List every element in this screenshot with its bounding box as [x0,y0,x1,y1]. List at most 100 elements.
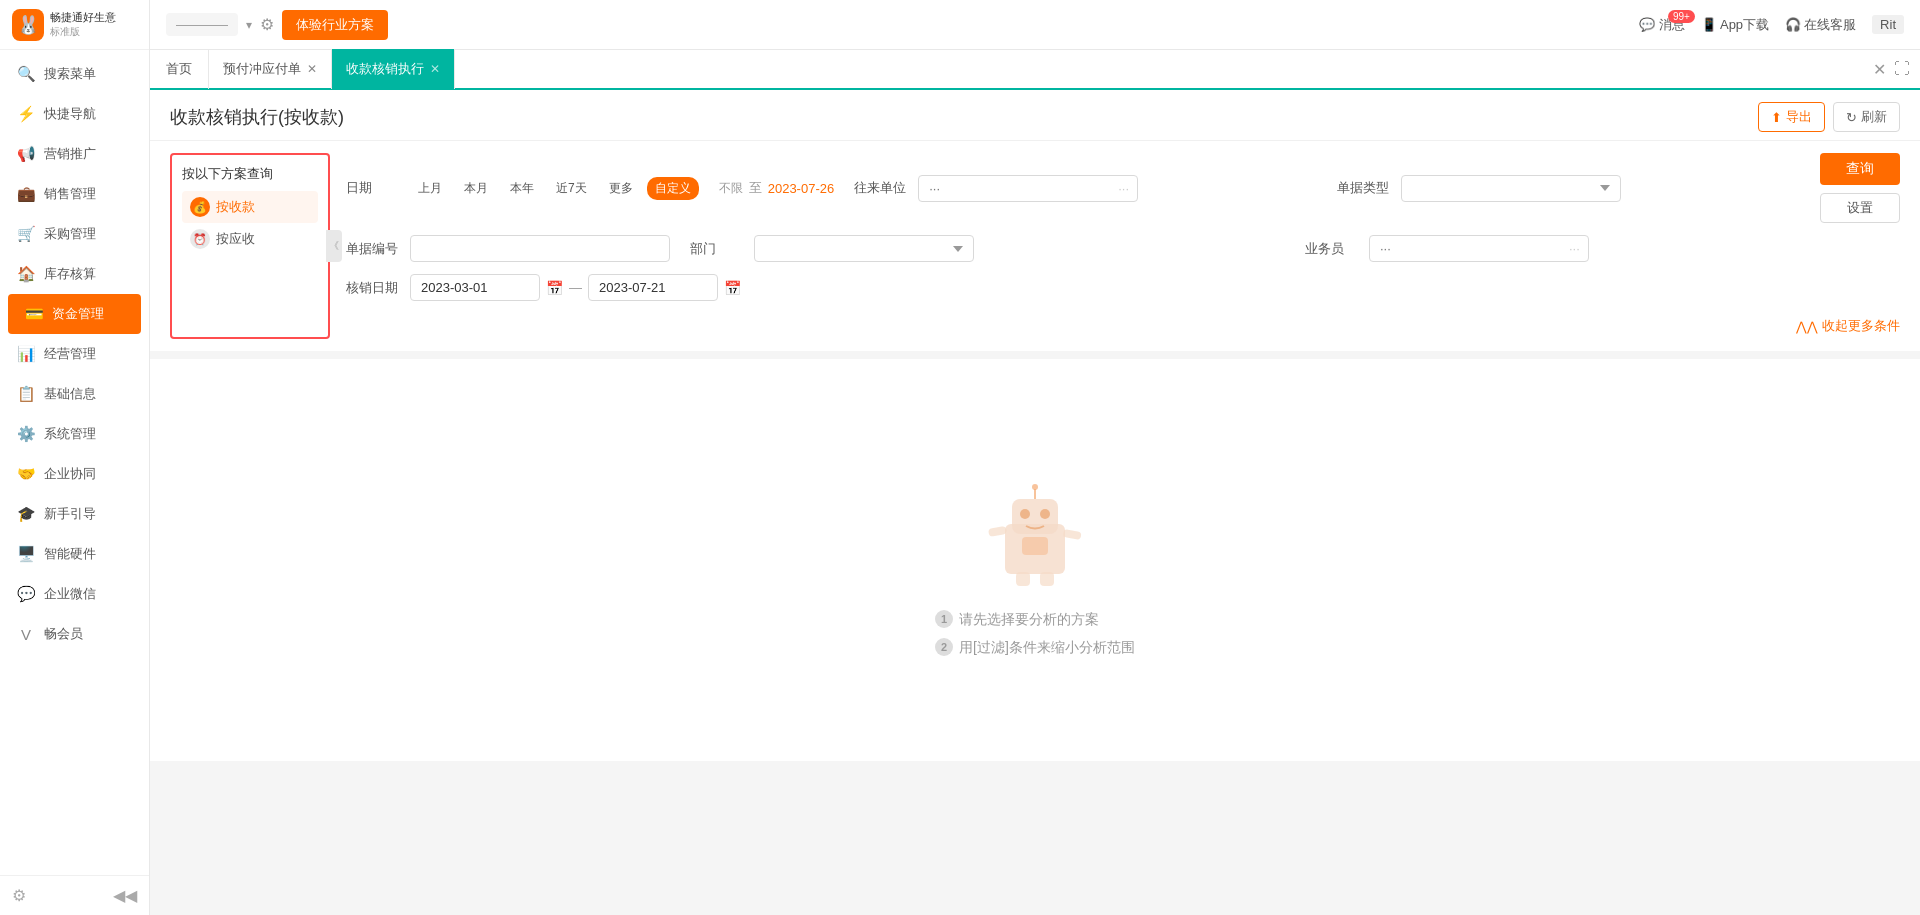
sidebar-item-7[interactable]: 📊 经营管理 [0,334,149,374]
sidebar-icon-2: 📢 [16,144,36,164]
bill-type-label: 单据类型 [1337,179,1393,197]
topbar-dropdown-arrow[interactable]: ▾ [246,18,252,32]
date-btn-7days[interactable]: 近7天 [548,177,595,200]
calendar-start-icon[interactable]: 📅 [546,280,563,296]
sidebar-item-3[interactable]: 💼 销售管理 [0,174,149,214]
sidebar-item-9[interactable]: ⚙️ 系统管理 [0,414,149,454]
refresh-button[interactable]: ↻ 刷新 [1833,102,1900,132]
tab-prepaid-close[interactable]: ✕ [307,62,317,76]
date-btn-last-month[interactable]: 上月 [410,177,450,200]
filter-option-by-receivable[interactable]: ⏰ 按应收 [182,223,318,255]
tab-prepaid-label: 预付冲应付单 [223,60,301,78]
bill-number-input[interactable] [410,235,670,262]
sidebar-item-10[interactable]: 🤝 企业协同 [0,454,149,494]
sidebar-item-5[interactable]: 🏠 库存核算 [0,254,149,294]
sidebar-label-14: 畅会员 [44,625,83,643]
empty-state: 1 请先选择要分析的方案 2 用[过滤]条件来缩小分析范围 [150,399,1920,721]
chevron-up-icon: ⋀⋀ [1796,319,1818,334]
solution-button[interactable]: 体验行业方案 [282,10,388,40]
maximize-icon[interactable]: ⛶ [1894,60,1910,78]
sidebar-label-6: 资金管理 [52,305,104,323]
tab-home[interactable]: 首页 [150,49,209,89]
bill-type-select[interactable] [1401,175,1621,202]
app-download-link[interactable]: 📱 App下载 [1701,16,1769,34]
tip-text-2: 用[过滤]条件来缩小分析范围 [959,633,1135,661]
sidebar-icon-9: ⚙️ [16,424,36,444]
counterpart-field: 往来单位 ··· [854,175,1317,202]
tip-num-1: 1 [935,610,953,628]
svg-rect-7 [1063,529,1082,540]
verification-end-input[interactable] [588,274,718,301]
online-service-link[interactable]: 🎧 在线客服 [1785,16,1856,34]
date-btn-this-year[interactable]: 本年 [502,177,542,200]
date-btn-custom[interactable]: 自定义 [647,177,699,200]
date-btn-this-month[interactable]: 本月 [456,177,496,200]
collapse-sidebar-icon[interactable]: ◀◀ [113,886,137,905]
sidebar-item-11[interactable]: 🎓 新手引导 [0,494,149,534]
message-icon: 💬 [1639,17,1655,32]
sidebar-label-0: 搜索菜单 [44,65,96,83]
sidebar-label-2: 营销推广 [44,145,96,163]
staff-more-icon[interactable]: ··· [1569,241,1580,256]
sidebar-item-8[interactable]: 📋 基础信息 [0,374,149,414]
topbar-gear-icon[interactable]: ⚙ [260,15,274,34]
department-select[interactable] [754,235,974,262]
sidebar-item-1[interactable]: ⚡ 快捷导航 [0,94,149,134]
collapse-filter-btn[interactable]: 《 [326,230,342,262]
verification-start-input[interactable] [410,274,540,301]
app-name: 畅捷通好生意 [50,10,116,24]
sidebar-item-0[interactable]: 🔍 搜索菜单 [0,54,149,94]
tab-collection[interactable]: 收款核销执行 ✕ [332,49,455,89]
page-content: 收款核销执行(按收款) ⬆ 导出 ↻ 刷新 按以下方案查询 💰 按收款 [150,90,1920,915]
receivable-icon: ⏰ [190,229,210,249]
filter-sidebar-title: 按以下方案查询 [182,165,318,183]
sidebar-item-6[interactable]: 💳 资金管理 [8,294,141,334]
tab-prepaid[interactable]: 预付冲应付单 ✕ [209,49,332,89]
counterpart-input[interactable] [918,175,1138,202]
user-display-name: Rit [1872,15,1904,34]
tab-collection-label: 收款核销执行 [346,60,424,78]
refresh-icon: ↻ [1846,110,1857,125]
bill-number-label: 单据编号 [346,240,402,258]
sidebar-icon-10: 🤝 [16,464,36,484]
settings-icon[interactable]: ⚙ [12,886,26,905]
filter-form: 日期 上月 本月 本年 近7天 更多 自定义 不限 至 2023 [346,153,1900,339]
date-field: 日期 上月 本月 本年 近7天 更多 自定义 [346,177,699,200]
message-button[interactable]: 💬 消息 99+ [1639,16,1685,34]
tip-item-1: 1 请先选择要分析的方案 [935,605,1135,633]
query-button[interactable]: 查询 [1820,153,1900,185]
verification-date-field: 核销日期 📅 — 📅 [346,274,741,301]
sidebar-label-5: 库存核算 [44,265,96,283]
sidebar-label-7: 经营管理 [44,345,96,363]
tip-item-2: 2 用[过滤]条件来缩小分析范围 [935,633,1135,661]
tab-collection-close[interactable]: ✕ [430,62,440,76]
sidebar-item-12[interactable]: 🖥️ 智能硬件 [0,534,149,574]
sidebar-label-13: 企业微信 [44,585,96,603]
filter-row-3: 核销日期 📅 — 📅 [346,274,1900,301]
empty-robot-illustration [970,479,1100,589]
export-button[interactable]: ⬆ 导出 [1758,102,1825,132]
sidebar-menu: 🔍 搜索菜单 ⚡ 快捷导航 📢 营销推广 💼 销售管理 🛒 采购管理 🏠 库存核… [0,50,149,875]
sidebar-item-2[interactable]: 📢 营销推广 [0,134,149,174]
filter-option-by-receipt[interactable]: 💰 按收款 [182,191,318,223]
counterpart-more-icon[interactable]: ··· [1118,181,1129,196]
more-conditions-button[interactable]: ⋀⋀ 收起更多条件 [1796,317,1900,335]
app-edition: 标准版 [50,25,116,39]
verification-date-range: 📅 — 📅 [410,274,741,301]
sidebar-item-13[interactable]: 💬 企业微信 [0,574,149,614]
sidebar-label-9: 系统管理 [44,425,96,443]
date-btn-more[interactable]: 更多 [601,177,641,200]
page-title: 收款核销执行(按收款) [170,105,344,129]
sidebar-icon-6: 💳 [24,304,44,324]
sidebar-icon-1: ⚡ [16,104,36,124]
sidebar-item-4[interactable]: 🛒 采购管理 [0,214,149,254]
close-tab-icon[interactable]: ✕ [1873,60,1886,79]
calendar-end-icon[interactable]: 📅 [724,280,741,296]
setting-button[interactable]: 设置 [1820,193,1900,223]
more-conditions-row: ⋀⋀ 收起更多条件 [346,313,1900,339]
svg-rect-9 [1040,572,1054,586]
receipt-icon: 💰 [190,197,210,217]
app-download-icon: 📱 [1701,17,1717,32]
staff-input[interactable] [1369,235,1589,262]
sidebar-item-14[interactable]: V 畅会员 [0,614,149,654]
